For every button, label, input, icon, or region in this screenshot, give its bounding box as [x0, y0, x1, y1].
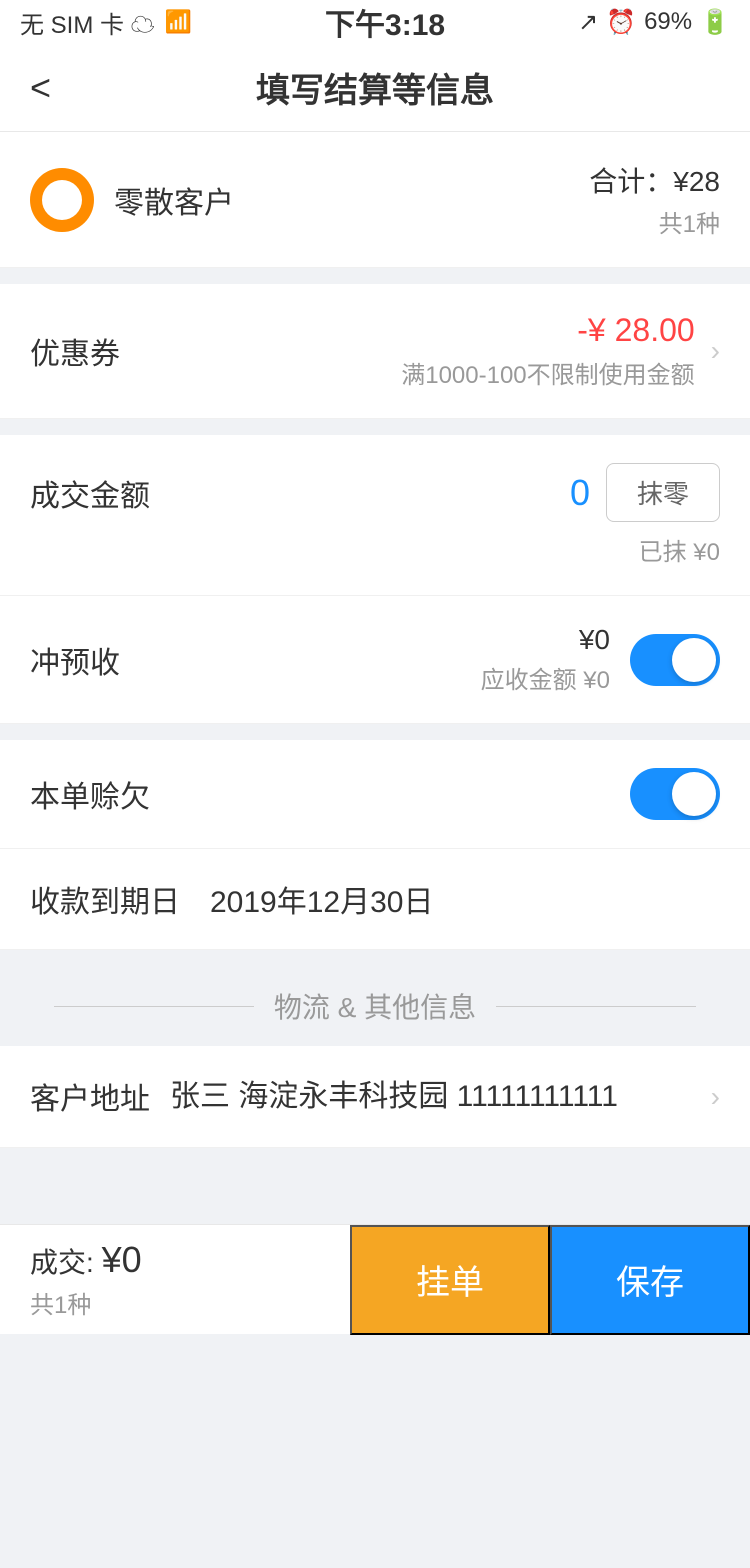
prepay-amounts: ¥0 应收金额 ¥0: [481, 624, 610, 695]
divider-3: [0, 724, 750, 740]
status-left: 无 SIM 卡 ☁ 📶: [20, 5, 192, 40]
toggle-knob: [672, 638, 716, 682]
address-label: 客户地址: [30, 1074, 150, 1118]
debit-row: 本单赊欠: [0, 740, 750, 849]
total-count: 共1种: [589, 204, 720, 239]
bottom-summary: 成交: ¥0 共1种: [0, 1239, 350, 1320]
logistics-label: 物流 & 其他信息: [274, 986, 476, 1026]
debit-toggle[interactable]: [630, 768, 720, 820]
customer-avatar: [30, 168, 94, 232]
address-value: 张三 海淀永丰科技园 11111111111: [170, 1074, 618, 1119]
coupon-right: -¥ 28.00 满1000-100不限制使用金额 ›: [401, 312, 720, 390]
avatar-icon: [42, 180, 82, 220]
nav-bar: < 填写结算等信息: [0, 44, 750, 132]
address-chevron: ›: [711, 1081, 720, 1113]
divider-4: [0, 950, 750, 966]
deal-amount-section: 成交金额 0 抹零 已抹 ¥0: [0, 435, 750, 596]
battery-icon: 🔋: [700, 8, 730, 37]
total-price: 合计：¥28: [589, 160, 720, 200]
due-date-label: 收款到期日: [30, 877, 180, 921]
customer-section: 零散客户 合计：¥28 共1种: [0, 132, 750, 268]
logistics-section-header: 物流 & 其他信息: [0, 966, 750, 1046]
coupon-label: 优惠券: [30, 329, 120, 373]
summary-deal-label: 成交:: [30, 1247, 94, 1278]
hold-button[interactable]: 挂单: [350, 1225, 550, 1335]
coupon-value-group: -¥ 28.00 满1000-100不限制使用金额: [401, 312, 694, 390]
address-row[interactable]: 客户地址 张三 海淀永丰科技园 11111111111 ›: [0, 1046, 750, 1148]
divider-2: [0, 419, 750, 435]
due-date-row[interactable]: 收款到期日 2019年12月30日: [0, 849, 750, 950]
customer-left: 零散客户: [30, 168, 234, 232]
divider-1: [0, 268, 750, 284]
save-button[interactable]: 保存: [550, 1225, 750, 1335]
summary-line1: 成交: ¥0: [30, 1239, 320, 1281]
customer-row: 零散客户 合计：¥28 共1种: [0, 132, 750, 268]
alarm-icon: ⏰: [606, 8, 636, 37]
coupon-chevron: ›: [711, 335, 720, 367]
prepay-amount: ¥0: [481, 624, 610, 656]
coupon-amount: -¥ 28.00: [401, 312, 694, 349]
summary-count: 共1种: [30, 1285, 320, 1320]
prepay-toggle[interactable]: [630, 634, 720, 686]
address-left: 客户地址 张三 海淀永丰科技园 11111111111: [30, 1074, 618, 1119]
deal-amount-value[interactable]: 0: [570, 472, 590, 514]
coupon-desc: 满1000-100不限制使用金额: [401, 355, 694, 390]
coupon-row[interactable]: 优惠券 -¥ 28.00 满1000-100不限制使用金额 ›: [0, 284, 750, 419]
deal-amount-label: 成交金额: [30, 471, 150, 515]
page-title: 填写结算等信息: [256, 63, 494, 112]
customer-name: 零散客户: [114, 178, 234, 222]
customer-right: 合计：¥28 共1种: [589, 160, 720, 239]
debit-label: 本单赊欠: [30, 772, 150, 816]
logistics-line-left: [54, 1006, 254, 1007]
deal-input-area: 0 抹零: [570, 463, 720, 522]
battery-level: 69%: [644, 8, 692, 36]
bottom-bar: 成交: ¥0 共1种 挂单 保存: [0, 1224, 750, 1334]
main-content: 零散客户 合计：¥28 共1种 优惠券 -¥ 28.00 满1000-100不限…: [0, 132, 750, 1568]
prepay-sub: 应收金额 ¥0: [481, 660, 610, 695]
deal-sub-text: 已抹 ¥0: [30, 532, 720, 567]
prepay-right: ¥0 应收金额 ¥0: [481, 624, 720, 695]
back-button[interactable]: <: [30, 67, 51, 109]
status-time: 下午3:18: [325, 0, 445, 44]
summary-deal-amount: ¥0: [102, 1239, 142, 1280]
debit-toggle-knob: [672, 772, 716, 816]
status-right: ↗ ⏰ 69% 🔋: [578, 8, 730, 37]
sim-status: 无 SIM 卡 ☁: [20, 5, 155, 40]
round-button[interactable]: 抹零: [606, 463, 720, 522]
due-date-value: 2019年12月30日: [210, 877, 433, 921]
deal-row-top: 成交金额 0 抹零: [30, 463, 720, 522]
back-icon: <: [30, 67, 51, 108]
prepay-row: 冲预收 ¥0 应收金额 ¥0: [0, 596, 750, 724]
status-bar: 无 SIM 卡 ☁ 📶 下午3:18 ↗ ⏰ 69% 🔋: [0, 0, 750, 44]
logistics-line-right: [496, 1006, 696, 1007]
prepay-label: 冲预收: [30, 638, 120, 682]
wifi-icon: 📶: [165, 9, 192, 35]
location-icon: ↗: [578, 8, 598, 37]
